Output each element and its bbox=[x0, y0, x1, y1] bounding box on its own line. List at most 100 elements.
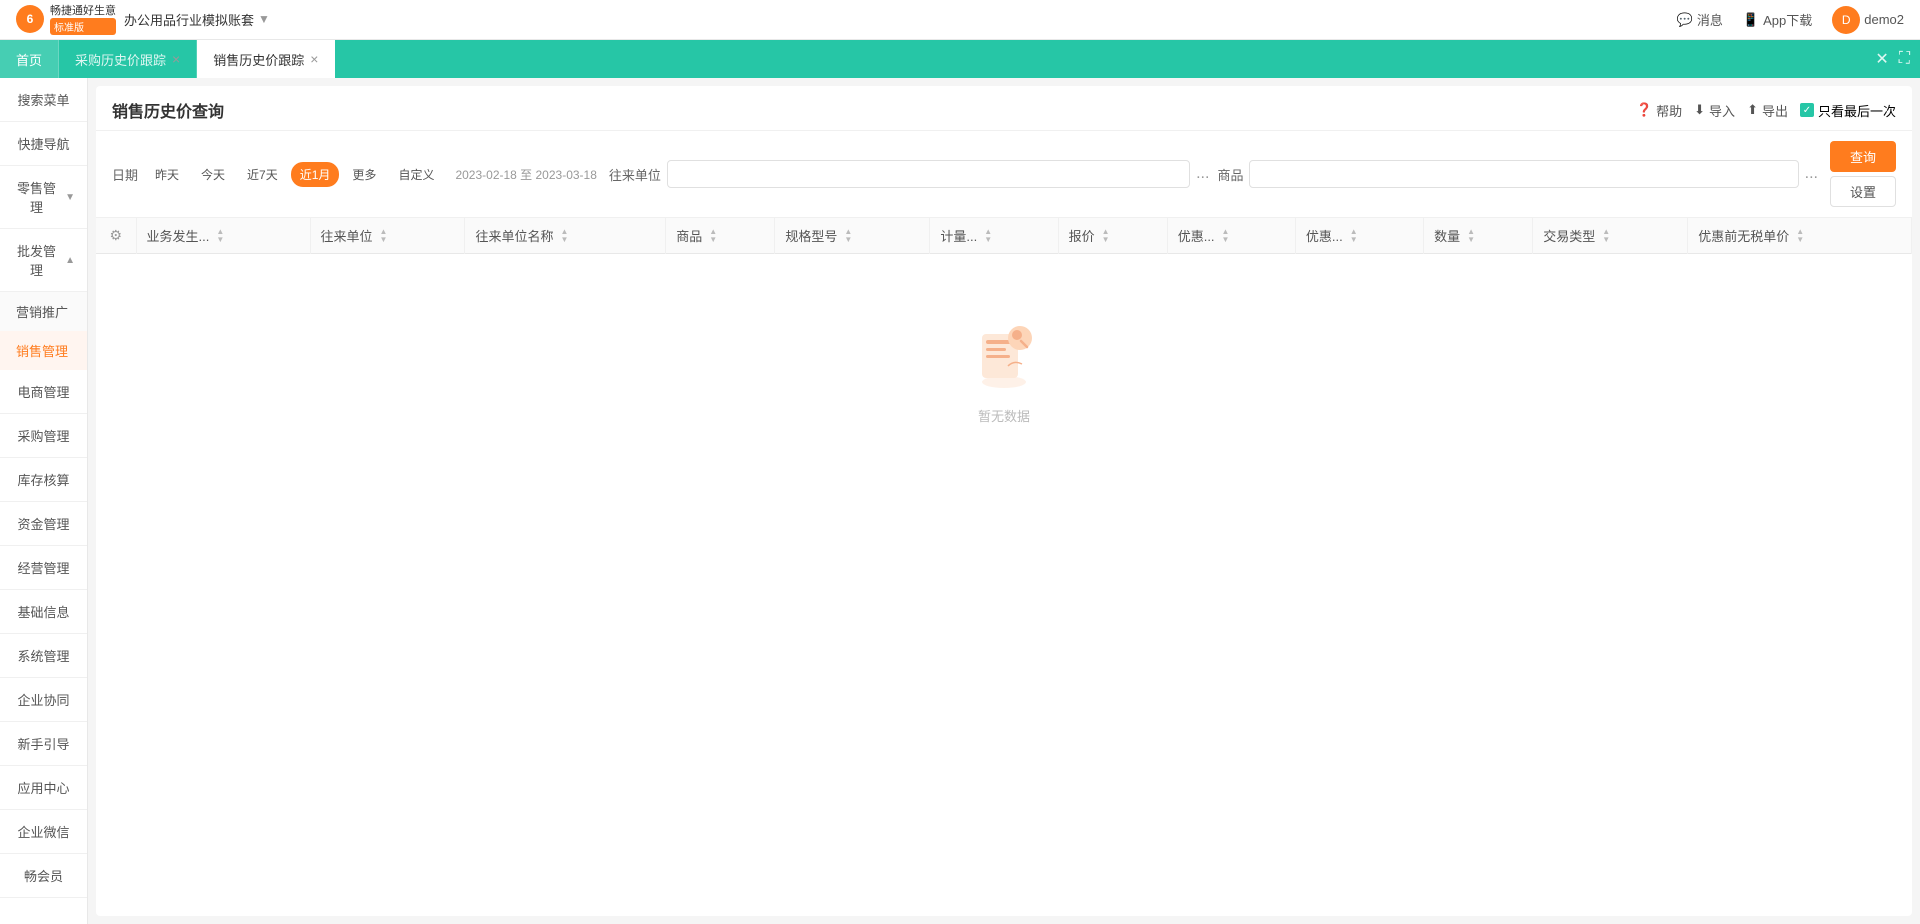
partner-dots-button[interactable]: ... bbox=[1196, 165, 1209, 183]
tab-bar-end: ✕ ⛶ bbox=[1873, 40, 1920, 78]
tab-bar: 首页 采购历史价跟踪 × 销售历史价跟踪 × ✕ ⛶ bbox=[0, 40, 1920, 78]
sidebar-item-retail[interactable]: 零售管理 ▼ bbox=[0, 166, 87, 229]
help-button[interactable]: ❓ 帮助 bbox=[1636, 101, 1682, 120]
sidebar-item-basic[interactable]: 基础信息 bbox=[0, 590, 87, 634]
tab-sales[interactable]: 销售历史价跟踪 × bbox=[197, 40, 335, 78]
sidebar-item-inventory[interactable]: 库存核算 bbox=[0, 458, 87, 502]
sidebar-item-system[interactable]: 系统管理 bbox=[0, 634, 87, 678]
sidebar-system-label: 系统管理 bbox=[17, 646, 69, 665]
date-btn-today[interactable]: 今天 bbox=[192, 162, 234, 187]
sidebar-retail-label: 零售管理 bbox=[12, 178, 61, 216]
sidebar-item-sales-mgmt[interactable]: 销售管理 bbox=[0, 331, 87, 370]
th-partner-name-label: 往来单位名称 bbox=[475, 226, 553, 245]
date-btn-7days[interactable]: 近7天 bbox=[238, 162, 287, 187]
th-spec[interactable]: 规格型号 ▲▼ bbox=[775, 218, 930, 254]
th-price[interactable]: 报价 ▲▼ bbox=[1058, 218, 1167, 254]
sidebar-item-member[interactable]: 畅会员 bbox=[0, 854, 87, 898]
date-btn-yesterday[interactable]: 昨天 bbox=[146, 162, 188, 187]
goods-filter-label: 商品 bbox=[1217, 165, 1243, 184]
sidebar-item-enterprise[interactable]: 企业协同 bbox=[0, 678, 87, 722]
sidebar: 搜索菜单 快捷导航 零售管理 ▼ 批发管理 ▲ 营销推广 销售管理 电商管理 采… bbox=[0, 78, 88, 924]
sort-arrows-icon: ▲▼ bbox=[380, 228, 388, 244]
table-header-row: ⚙ 业务发生... ▲▼ 往来单位 bbox=[96, 218, 1912, 254]
th-date[interactable]: 业务发生... ▲▼ bbox=[136, 218, 310, 254]
import-button[interactable]: ⬇ 导入 bbox=[1694, 101, 1735, 120]
user-area[interactable]: D demo2 bbox=[1832, 6, 1904, 34]
tab-home[interactable]: 首页 bbox=[0, 40, 59, 78]
th-spec-label: 规格型号 bbox=[785, 226, 837, 245]
sidebar-item-finance[interactable]: 资金管理 bbox=[0, 502, 87, 546]
date-btn-custom[interactable]: 自定义 bbox=[389, 162, 443, 187]
tab-purchase[interactable]: 采购历史价跟踪 × bbox=[59, 40, 197, 78]
sidebar-item-purchase[interactable]: 采购管理 bbox=[0, 414, 87, 458]
table-container: ⚙ 业务发生... ▲▼ 往来单位 bbox=[96, 218, 1912, 916]
sidebar-wholesale-label: 批发管理 bbox=[12, 241, 61, 279]
date-btn-more[interactable]: 更多 bbox=[343, 162, 385, 187]
query-button[interactable]: 查询 bbox=[1830, 141, 1896, 172]
goods-input[interactable] bbox=[1249, 160, 1798, 188]
maximize-icon[interactable]: ⛶ bbox=[1897, 48, 1912, 70]
sidebar-wechat-label: 企业微信 bbox=[17, 822, 69, 841]
download-icon: 📱 bbox=[1743, 12, 1759, 28]
message-action[interactable]: 💬 消息 bbox=[1677, 10, 1723, 29]
settings-button[interactable]: 设置 bbox=[1830, 176, 1896, 207]
download-label: App下载 bbox=[1763, 10, 1812, 29]
th-goods[interactable]: 商品 ▲▼ bbox=[666, 218, 775, 254]
sort-arrows-icon: ▲▼ bbox=[561, 228, 569, 244]
goods-dots-button[interactable]: ... bbox=[1805, 165, 1818, 183]
th-unit-label: 计量... bbox=[940, 226, 977, 245]
sidebar-item-wechat[interactable]: 企业微信 bbox=[0, 810, 87, 854]
page-content: 销售历史价查询 ❓ 帮助 ⬇ 导入 ⬆ 导出 ✓ bbox=[96, 86, 1912, 916]
content-area: 销售历史价查询 ❓ 帮助 ⬇ 导入 ⬆ 导出 ✓ bbox=[88, 78, 1920, 924]
sort-arrows-icon: ▲▼ bbox=[1350, 228, 1358, 244]
close-window-icon[interactable]: ✕ bbox=[1873, 47, 1890, 71]
sort-arrows-icon: ▲▼ bbox=[709, 228, 717, 244]
export-button[interactable]: ⬆ 导出 bbox=[1747, 101, 1788, 120]
th-partner-label: 往来单位 bbox=[321, 226, 373, 245]
goods-filter-item: 商品 ... bbox=[1217, 160, 1818, 188]
chevron-down-icon: ▼ bbox=[65, 192, 75, 203]
table-settings-th: ⚙ bbox=[96, 218, 136, 254]
partner-filter-label: 往来单位 bbox=[609, 165, 661, 184]
sidebar-item-app-center[interactable]: 应用中心 bbox=[0, 766, 87, 810]
th-discount1[interactable]: 优惠... ▲▼ bbox=[1167, 218, 1295, 254]
sidebar-item-newbie[interactable]: 新手引导 bbox=[0, 722, 87, 766]
filter-input-group: 往来单位 ... 商品 ... bbox=[609, 160, 1818, 188]
th-type[interactable]: 交易类型 ▲▼ bbox=[1533, 218, 1688, 254]
page-header: 销售历史价查询 ❓ 帮助 ⬇ 导入 ⬆ 导出 ✓ bbox=[96, 86, 1912, 131]
sidebar-basic-label: 基础信息 bbox=[17, 602, 69, 621]
sidebar-item-ecommerce[interactable]: 电商管理 bbox=[0, 370, 87, 414]
import-label: 导入 bbox=[1709, 101, 1735, 120]
date-btn-1month[interactable]: 近1月 bbox=[291, 162, 340, 187]
sidebar-item-quick-nav[interactable]: 快捷导航 bbox=[0, 122, 87, 166]
only-last-label: 只看最后一次 bbox=[1818, 101, 1896, 120]
top-bar-left: 6 畅捷通好生意 标准版 办公用品行业模拟账套 ▼ bbox=[16, 4, 270, 35]
settings-icon[interactable]: ⚙ bbox=[109, 227, 122, 243]
workspace-label: 办公用品行业模拟账套 bbox=[124, 10, 254, 29]
workspace-selector[interactable]: 办公用品行业模拟账套 ▼ bbox=[124, 10, 270, 29]
sidebar-item-operations[interactable]: 经营管理 bbox=[0, 546, 87, 590]
logo-text: 畅捷通好生意 bbox=[50, 4, 116, 18]
sidebar-item-wholesale[interactable]: 批发管理 ▲ bbox=[0, 229, 87, 292]
logo-area: 6 畅捷通好生意 标准版 bbox=[16, 4, 116, 35]
page-actions: ❓ 帮助 ⬇ 导入 ⬆ 导出 ✓ 只看最后一次 bbox=[1636, 101, 1896, 120]
sort-arrows-icon: ▲▼ bbox=[1102, 228, 1110, 244]
close-icon[interactable]: × bbox=[172, 52, 180, 66]
th-unit[interactable]: 计量... ▲▼ bbox=[930, 218, 1058, 254]
th-qty[interactable]: 数量 ▲▼ bbox=[1424, 218, 1533, 254]
th-partner-name[interactable]: 往来单位名称 ▲▼ bbox=[465, 218, 666, 254]
sort-arrows-icon: ▲▼ bbox=[1602, 228, 1610, 244]
sidebar-item-search[interactable]: 搜索菜单 bbox=[0, 78, 87, 122]
th-partner[interactable]: 往来单位 ▲▼ bbox=[310, 218, 465, 254]
sidebar-search-label: 搜索菜单 bbox=[17, 90, 69, 109]
only-last-checkbox[interactable]: ✓ 只看最后一次 bbox=[1800, 101, 1896, 120]
top-bar-right: 💬 消息 📱 App下载 D demo2 bbox=[1677, 6, 1904, 34]
th-notax-price[interactable]: 优惠前无税单价 ▲▼ bbox=[1688, 218, 1912, 254]
th-discount2[interactable]: 优惠... ▲▼ bbox=[1295, 218, 1423, 254]
download-action[interactable]: 📱 App下载 bbox=[1743, 10, 1812, 29]
date-filter-group: 日期 昨天 今天 近7天 近1月 更多 自定义 2023-02-18 至 202… bbox=[112, 162, 597, 187]
tab-sales-label: 销售历史价跟踪 bbox=[213, 50, 304, 69]
partner-input[interactable] bbox=[667, 160, 1190, 188]
close-icon[interactable]: × bbox=[310, 52, 318, 66]
sidebar-item-marketing[interactable]: 营销推广 bbox=[0, 292, 87, 331]
